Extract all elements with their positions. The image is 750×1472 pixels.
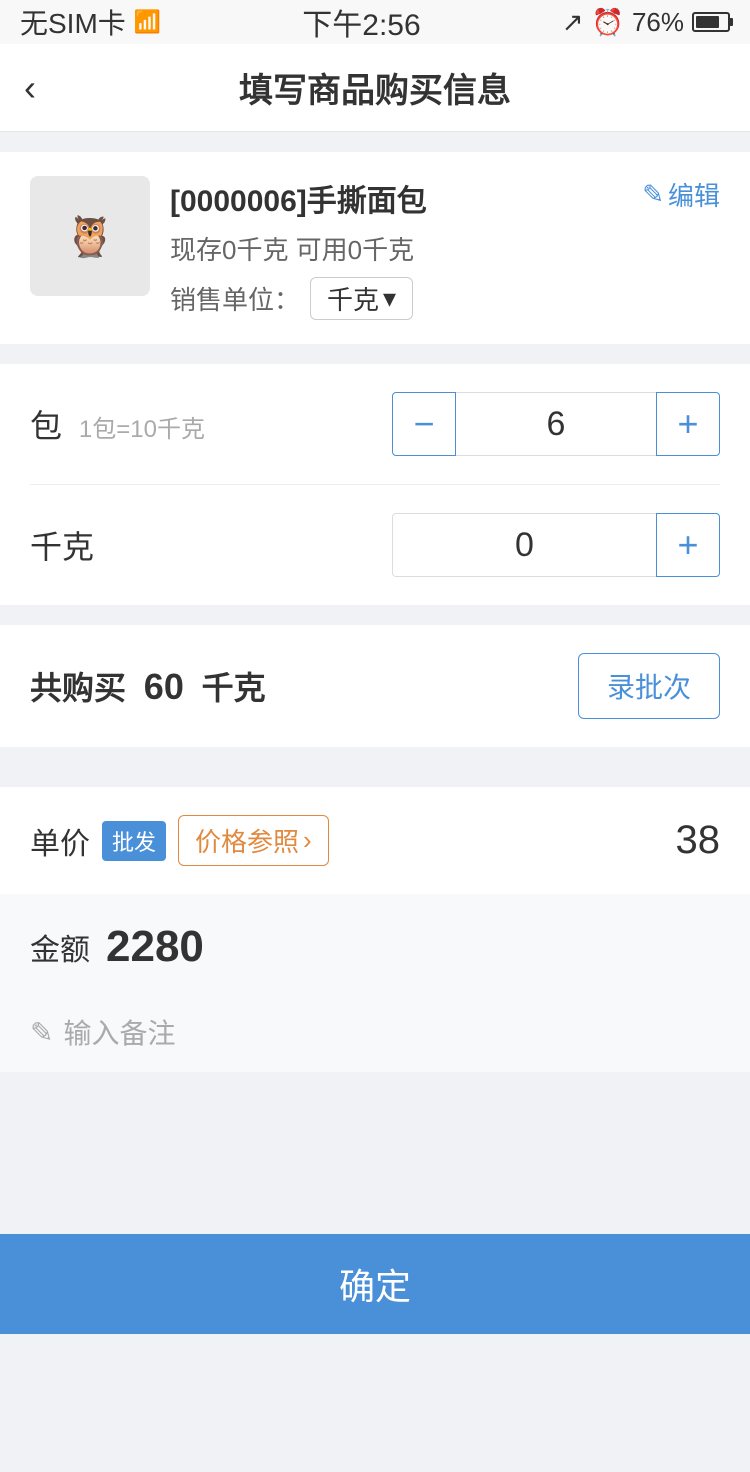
- status-left: 无SIM卡 📶: [20, 2, 161, 42]
- unit-dropdown[interactable]: 千克 ▾: [310, 277, 413, 320]
- bao-decrement-button[interactable]: −: [392, 392, 456, 456]
- kg-label-group: 千克: [30, 522, 94, 568]
- amount-section: 金额 2280 ✎ 输入备注: [0, 894, 750, 1072]
- total-text: 共购买 60 千克: [30, 663, 266, 709]
- product-card: 🦉 [0000006]手撕面包 现存0千克 可用0千克 销售单位： 千克 ▾ ✎…: [0, 152, 750, 344]
- product-unit-row: 销售单位： 千克 ▾: [170, 277, 720, 320]
- location-icon: ↗: [562, 7, 584, 38]
- pencil-icon: ✎: [30, 1016, 53, 1049]
- unit-label: 销售单位：: [170, 280, 300, 317]
- bao-stepper: − +: [392, 392, 720, 456]
- total-section: 共购买 60 千克 录批次: [0, 625, 750, 747]
- status-time: 下午2:56: [302, 0, 420, 44]
- edit-button[interactable]: ✎ 编辑: [642, 176, 720, 213]
- kg-label: 千克: [30, 529, 94, 565]
- amount-label: 金额: [30, 925, 90, 969]
- batch-button[interactable]: 录批次: [578, 653, 720, 719]
- kg-input[interactable]: [392, 513, 656, 577]
- amount-value: 2280: [106, 922, 204, 972]
- kg-increment-button[interactable]: +: [656, 513, 720, 577]
- price-left: 单价 批发 价格参照 ›: [30, 815, 329, 866]
- price-label: 单价: [30, 819, 90, 863]
- alarm-icon: ⏰: [592, 7, 624, 38]
- product-stock: 现存0千克 可用0千克: [170, 230, 720, 267]
- back-button[interactable]: ‹: [24, 67, 36, 109]
- bao-sub: 1包=10千克: [79, 416, 205, 443]
- product-name: [0000006]手撕面包: [170, 176, 720, 220]
- dropdown-arrow: ▾: [383, 283, 396, 314]
- status-right: ↗ ⏰ 76%: [562, 7, 730, 38]
- price-ref-label: 价格参照: [195, 822, 299, 859]
- note-placeholder: 输入备注: [63, 1012, 175, 1052]
- battery-icon: [692, 12, 730, 32]
- total-prefix: 共购买: [30, 670, 126, 706]
- wifi-icon: 📶: [134, 9, 161, 35]
- battery-percent: 76%: [632, 7, 684, 38]
- unit-value: 千克: [327, 280, 379, 317]
- total-amount: 60: [144, 666, 184, 707]
- price-value: 38: [676, 818, 721, 863]
- batch-tag: 批发: [102, 821, 166, 861]
- note-row[interactable]: ✎ 输入备注: [30, 992, 720, 1072]
- bao-label: 包: [30, 408, 62, 444]
- edit-label: 编辑: [668, 176, 720, 213]
- bao-input-row: 包 1包=10千克 − +: [30, 364, 720, 485]
- bao-increment-button[interactable]: +: [656, 392, 720, 456]
- price-section: 单价 批发 价格参照 › 38: [0, 787, 750, 894]
- carrier-label: 无SIM卡: [20, 2, 126, 42]
- section-divider-1: [0, 344, 750, 364]
- kg-stepper: +: [392, 513, 720, 577]
- product-thumbnail: 🦉: [30, 176, 150, 296]
- section-divider-2: [0, 747, 750, 767]
- product-info: [0000006]手撕面包 现存0千克 可用0千克 销售单位： 千克 ▾: [170, 176, 720, 320]
- nav-bar: ‹ 填写商品购买信息: [0, 44, 750, 132]
- product-logo: 🦉: [65, 213, 115, 260]
- edit-icon: ✎: [642, 179, 664, 210]
- bao-label-group: 包 1包=10千克: [30, 401, 205, 447]
- amount-row: 金额 2280: [30, 922, 720, 972]
- bao-input[interactable]: [456, 392, 656, 456]
- total-unit: 千克: [202, 670, 266, 706]
- confirm-button[interactable]: 确定: [0, 1234, 750, 1334]
- input-section: 包 1包=10千克 − + 千克 +: [0, 364, 750, 605]
- status-bar: 无SIM卡 📶 下午2:56 ↗ ⏰ 76%: [0, 0, 750, 44]
- page-title: 填写商品购买信息: [239, 63, 511, 112]
- price-ref-arrow: ›: [303, 825, 312, 856]
- kg-input-row: 千克 +: [30, 485, 720, 605]
- price-ref-button[interactable]: 价格参照 ›: [178, 815, 329, 866]
